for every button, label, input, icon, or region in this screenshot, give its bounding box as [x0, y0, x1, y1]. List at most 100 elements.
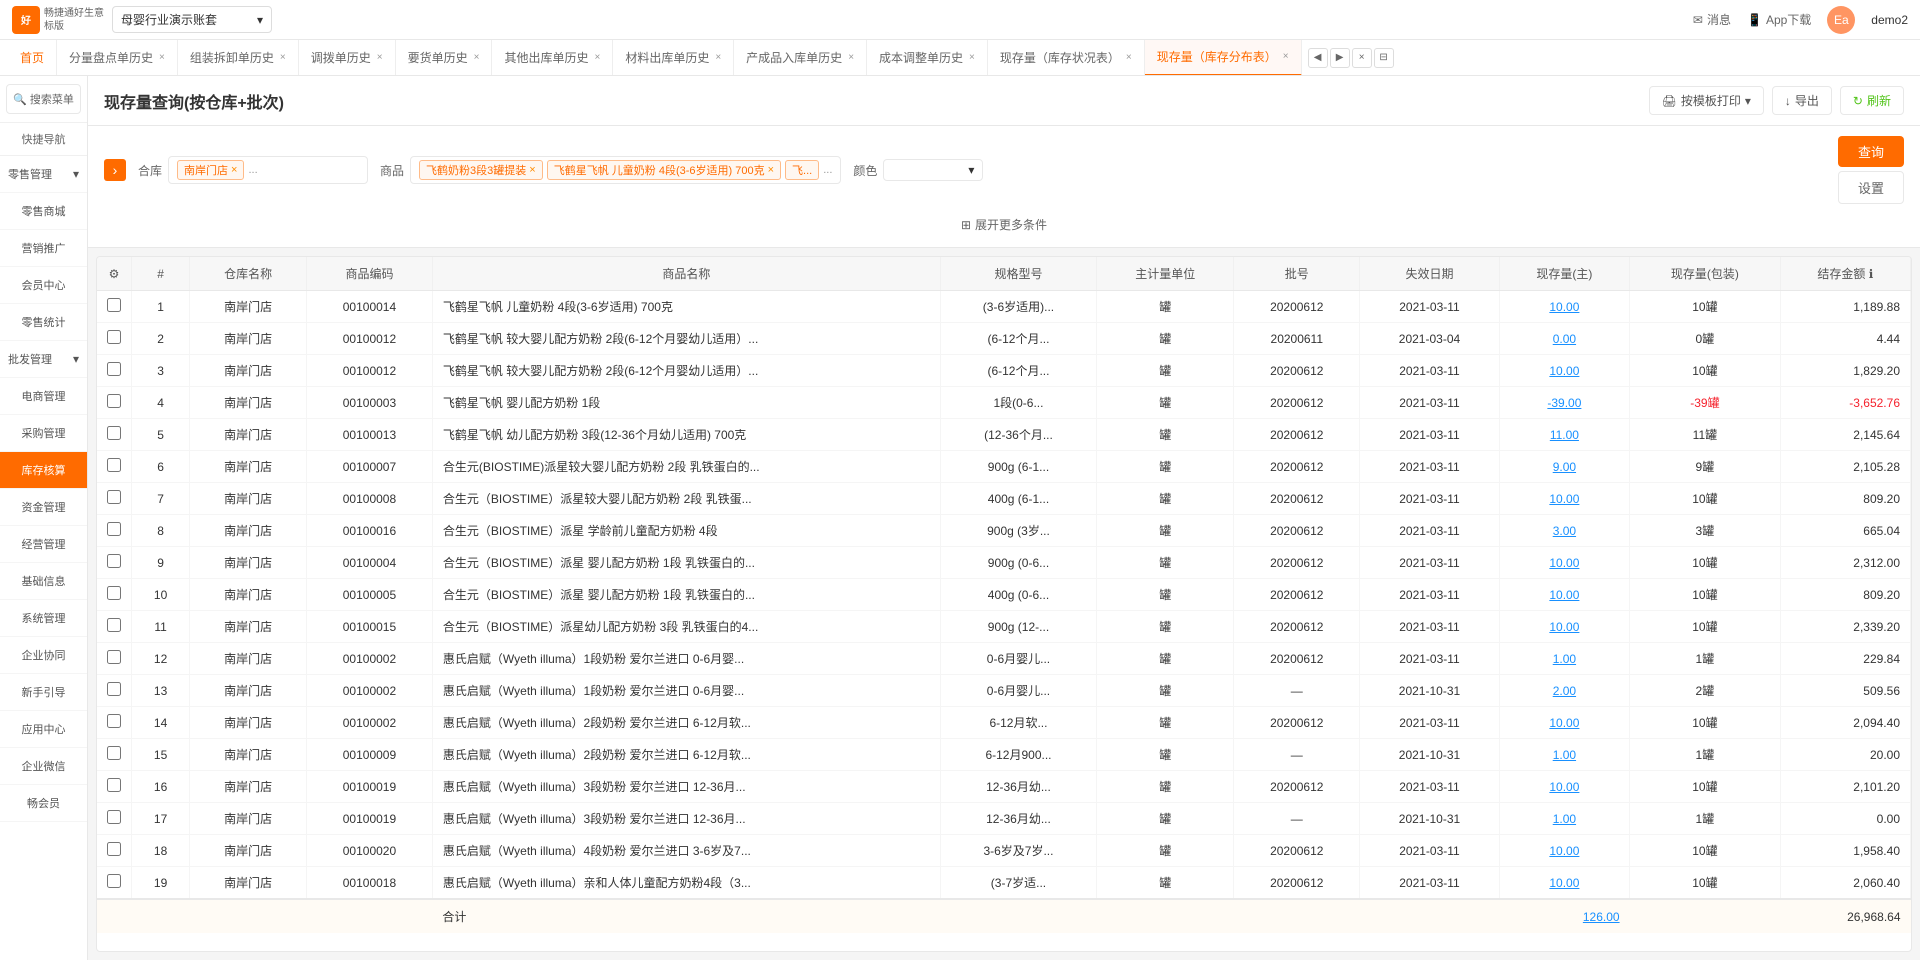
close-icon[interactable]: ×	[280, 52, 286, 63]
search-menu-btn[interactable]: 🔍 搜索菜单	[6, 84, 81, 114]
tab-scroll-left[interactable]: ◀	[1308, 48, 1328, 68]
row-spec: 400g (0-6...	[940, 579, 1096, 611]
row-checkbox[interactable]	[107, 714, 121, 728]
row-unit: 罐	[1097, 739, 1234, 771]
tab-home[interactable]: 首页	[8, 40, 57, 76]
sidebar-item-inventory[interactable]: 库存核算	[0, 452, 87, 489]
tab-material-out[interactable]: 材料出库单历史 ×	[613, 40, 734, 76]
tab-yao-huo[interactable]: 要货单历史 ×	[396, 40, 493, 76]
close-icon[interactable]: ×	[1283, 51, 1289, 62]
row-index: 9	[132, 547, 190, 579]
tab-other-out[interactable]: 其他出库单历史 ×	[492, 40, 613, 76]
row-stock-main: 10.00	[1499, 707, 1629, 739]
row-checkbox[interactable]	[107, 746, 121, 760]
tab-tiao-bo[interactable]: 调拨单历史 ×	[299, 40, 396, 76]
expand-conditions-btn[interactable]: ⊞ 展开更多条件	[953, 212, 1055, 237]
row-expire: 2021-10-31	[1360, 803, 1499, 835]
search-button[interactable]: 查询	[1838, 136, 1904, 167]
row-expire: 2021-03-11	[1360, 419, 1499, 451]
row-checkbox[interactable]	[107, 458, 121, 472]
close-icon[interactable]: ×	[715, 52, 721, 63]
row-checkbox[interactable]	[107, 650, 121, 664]
color-filter-input[interactable]: ▾	[883, 159, 983, 181]
sidebar-item-member[interactable]: 会员中心	[0, 267, 87, 304]
close-icon[interactable]: ×	[969, 52, 975, 63]
tab-close-btn[interactable]: ×	[1352, 48, 1372, 68]
sidebar-item-operations[interactable]: 经营管理	[0, 526, 87, 563]
product-filter-input[interactable]: 飞鹤奶粉3段3罐提装 × 飞鹤星飞帆 儿童奶粉 4段(3-6岁适用) 700克 …	[410, 156, 841, 184]
close-icon[interactable]: ×	[848, 52, 854, 63]
sidebar-item-guide[interactable]: 新手引导	[0, 674, 87, 711]
row-checkbox[interactable]	[107, 362, 121, 376]
tab-cost-adj[interactable]: 成本调整单历史 ×	[867, 40, 988, 76]
close-icon[interactable]: ×	[377, 52, 383, 63]
row-checkbox[interactable]	[107, 426, 121, 440]
quick-nav-btn[interactable]: 快捷导航	[0, 123, 87, 156]
tag-close-icon[interactable]: ×	[231, 164, 237, 176]
tab-zu-chai[interactable]: 组装拆卸单历史 ×	[178, 40, 299, 76]
tab-scroll-right[interactable]: ▶	[1330, 48, 1350, 68]
row-checkbox[interactable]	[107, 842, 121, 856]
sidebar-item-system[interactable]: 系统管理	[0, 600, 87, 637]
sidebar-item-app-center[interactable]: 应用中心	[0, 711, 87, 748]
expand-row-btn[interactable]: ›	[104, 159, 126, 181]
sidebar-item-wholesale[interactable]: 批发管理 ▾	[0, 341, 87, 378]
sidebar-item-finance[interactable]: 资金管理	[0, 489, 87, 526]
settings-button[interactable]: 设置	[1838, 171, 1904, 204]
tab-stock-dist[interactable]: 现存量（库存分布表） ×	[1145, 40, 1302, 76]
close-icon[interactable]: ×	[594, 52, 600, 63]
tab-menu-btn[interactable]: ⊟	[1374, 48, 1394, 68]
sidebar-item-member-vip[interactable]: 畅会员	[0, 785, 87, 822]
row-checkbox[interactable]	[107, 586, 121, 600]
row-stock-pkg: 10罐	[1630, 483, 1781, 515]
sidebar-item-ecommerce[interactable]: 电商管理	[0, 378, 87, 415]
sidebar-item-retail-stats[interactable]: 零售统计	[0, 304, 87, 341]
row-product-code: 00100003	[306, 387, 432, 419]
close-icon[interactable]: ×	[1126, 52, 1132, 63]
table-row: 4 南岸门店 00100003 飞鹤星飞帆 婴儿配方奶粉 1段 1段(0-6..…	[97, 387, 1911, 419]
app-download-btn[interactable]: 📱 App下载	[1747, 11, 1811, 28]
warehouse-filter-input[interactable]: 南岸门店 × ...	[168, 156, 368, 184]
table-footer: 合计 126.00 26,968.64	[97, 899, 1911, 933]
row-checkbox[interactable]	[107, 682, 121, 696]
user-name[interactable]: demo2	[1871, 13, 1908, 27]
column-settings-icon[interactable]: ⚙	[97, 257, 132, 291]
row-checkbox[interactable]	[107, 330, 121, 344]
row-checkbox[interactable]	[107, 554, 121, 568]
row-expire: 2021-03-11	[1360, 451, 1499, 483]
tag-close-icon[interactable]: ×	[529, 164, 535, 176]
col-warehouse: 仓库名称	[190, 257, 307, 291]
filter-product: 商品 飞鹤奶粉3段3罐提装 × 飞鹤星飞帆 儿童奶粉 4段(3-6岁适用) 70…	[380, 156, 841, 184]
row-product-name: 合生元（BIOSTIME）派星 婴儿配方奶粉 1段 乳铁蛋白的...	[432, 547, 940, 579]
row-checkbox[interactable]	[107, 810, 121, 824]
tab-product-in[interactable]: 产成品入库单历史 ×	[734, 40, 867, 76]
close-icon[interactable]: ×	[159, 52, 165, 63]
sidebar-item-retail-mgmt[interactable]: 零售管理 ▾	[0, 156, 87, 193]
print-btn[interactable]: 🖨 按模板打印 ▾	[1649, 86, 1764, 115]
row-checkbox[interactable]	[107, 394, 121, 408]
user-avatar[interactable]: Ea	[1827, 6, 1855, 34]
row-checkbox[interactable]	[107, 778, 121, 792]
sidebar-item-retail-shop[interactable]: 零售商城	[0, 193, 87, 230]
warehouse-tag: 南岸门店 ×	[177, 160, 244, 180]
sidebar-item-enterprise-wechat[interactable]: 企业微信	[0, 748, 87, 785]
account-selector[interactable]: 母婴行业演示账套 ▾	[112, 6, 272, 33]
row-checkbox[interactable]	[107, 490, 121, 504]
row-checkbox[interactable]	[107, 522, 121, 536]
refresh-btn[interactable]: ↻ 刷新	[1840, 86, 1904, 115]
sidebar-item-enterprise[interactable]: 企业协同	[0, 637, 87, 674]
sidebar-item-purchase[interactable]: 采购管理	[0, 415, 87, 452]
close-icon[interactable]: ×	[474, 52, 480, 63]
row-checkbox[interactable]	[107, 874, 121, 888]
tab-fen-pan[interactable]: 分量盘点单历史 ×	[57, 40, 178, 76]
message-btn[interactable]: ✉ 消息	[1693, 11, 1731, 28]
sidebar-item-basics[interactable]: 基础信息	[0, 563, 87, 600]
tag-close-icon[interactable]: ×	[768, 164, 774, 176]
row-spec: (3-6岁适用)...	[940, 291, 1096, 323]
row-checkbox[interactable]	[107, 618, 121, 632]
row-checkbox[interactable]	[107, 298, 121, 312]
export-btn[interactable]: ↓ 导出	[1772, 86, 1832, 115]
sidebar-item-marketing[interactable]: 营销推广	[0, 230, 87, 267]
row-check	[97, 835, 132, 867]
tab-stock-status[interactable]: 现存量（库存状况表） ×	[988, 40, 1145, 76]
